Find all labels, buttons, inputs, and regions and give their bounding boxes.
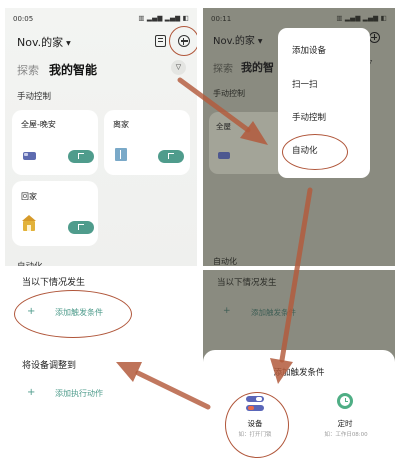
menu-item-manual-control[interactable]: 手动控制: [292, 111, 326, 123]
section-manual-title: 手动控制: [213, 89, 245, 98]
automation-editor-panel: 当以下情况发生 + 添加触发条件 将设备调整到 + 添加执行动作: [5, 266, 197, 465]
status-icons: ▥ ▂▄▆ ▂▄▆ ◧: [336, 14, 387, 22]
menu-item-scan[interactable]: 扫一扫: [292, 78, 318, 90]
run-scene-button[interactable]: [68, 221, 94, 234]
scene-card-dimmed[interactable]: 全屋: [209, 112, 287, 174]
status-bar: 00:11 ▥ ▂▄▆ ▂▄▆ ◧: [203, 8, 395, 30]
tab-mine[interactable]: 我的智: [241, 59, 274, 75]
when-section-title: 当以下情况发生: [22, 278, 86, 288]
add-circle-icon[interactable]: [369, 32, 380, 43]
caret-down-icon: ▼: [257, 37, 263, 45]
highlight-ring-trigger: [14, 290, 132, 338]
scene-name: 离家: [113, 120, 129, 129]
home-screen-panel: 00:05 ▥ ▂▄▆ ▂▄▆ ◧ Nov.的家 ▼ 探索 我的智能 ▽ 手动控制…: [5, 8, 197, 270]
list-icon[interactable]: [155, 35, 166, 47]
run-scene-button[interactable]: [68, 150, 94, 163]
trigger-option-timer[interactable]: 定时 如：工作日08:00: [311, 390, 381, 454]
home-title-text: Nov.的家: [213, 36, 255, 47]
highlight-ring-plus: [169, 26, 197, 56]
sheet-title: 添加触发条件: [273, 368, 325, 378]
when-section-title: 当以下情况发生: [217, 278, 277, 288]
add-action-label: 添加执行动作: [55, 389, 103, 398]
tab-explore[interactable]: 探索: [213, 60, 233, 75]
tutorial-collage: 00:05 ▥ ▂▄▆ ▂▄▆ ◧ Nov.的家 ▼ 探索 我的智能 ▽ 手动控制…: [0, 0, 400, 470]
add-action-row[interactable]: + 添加执行动作: [27, 387, 177, 402]
status-bar: 00:05 ▥ ▂▄▆ ▂▄▆ ◧: [5, 8, 197, 30]
option-sub: 如：工作日08:00: [324, 432, 368, 438]
menu-screen-panel: 00:11 ▥ ▂▄▆ ▂▄▆ ◧ Nov.的家▼ 探索 我的智 ▽ 手动控制 …: [203, 8, 395, 266]
plus-icon: +: [27, 387, 36, 398]
house-icon: [22, 215, 36, 231]
bed-icon: [23, 152, 36, 160]
scene-card-goodnight[interactable]: 全屋-晚安: [12, 110, 98, 175]
run-scene-button[interactable]: [158, 150, 184, 163]
option-label: 定时: [337, 419, 353, 428]
home-title[interactable]: Nov.的家 ▼: [213, 32, 263, 47]
highlight-ring-automation: [282, 134, 348, 170]
bed-icon: [218, 152, 230, 159]
status-time: 00:05: [13, 15, 34, 23]
status-icons: ▥ ▂▄▆ ▂▄▆ ◧: [138, 14, 189, 22]
trigger-sheet-panel: 当以下情况发生 + 添加触发条件 添加触发条件 设备 如：打开门锁 定时 如：工…: [203, 270, 395, 466]
tab-mine[interactable]: 我的智能: [49, 61, 97, 78]
filter-icon[interactable]: ▽: [171, 60, 186, 75]
tab-explore[interactable]: 探索: [17, 62, 39, 78]
scene-card-home[interactable]: 回家: [12, 181, 98, 246]
alarm-clock-icon: [337, 393, 353, 409]
scene-name: 全屋-晚安: [21, 120, 56, 129]
section-auto-title: 自动化: [213, 257, 237, 266]
adjust-section-title: 将设备调整到: [22, 361, 77, 371]
home-title-text: Nov.的家: [17, 36, 64, 49]
scene-name: 回家: [21, 192, 37, 201]
scene-name: 全屋: [216, 122, 231, 131]
highlight-ring-device: [225, 392, 289, 458]
add-trigger-label: 添加触发条件: [251, 308, 296, 317]
bottom-sheet: 添加触发条件 设备 如：打开门锁 定时 如：工作日08:00: [203, 350, 395, 466]
plus-icon: +: [223, 306, 231, 316]
menu-item-add-device[interactable]: 添加设备: [292, 44, 326, 56]
door-icon: [115, 148, 127, 161]
scene-card-leave[interactable]: 离家: [104, 110, 190, 175]
home-title[interactable]: Nov.的家 ▼: [17, 34, 71, 50]
section-manual-title: 手动控制: [17, 92, 52, 102]
status-time: 00:11: [211, 15, 232, 23]
caret-down-icon: ▼: [66, 39, 71, 47]
